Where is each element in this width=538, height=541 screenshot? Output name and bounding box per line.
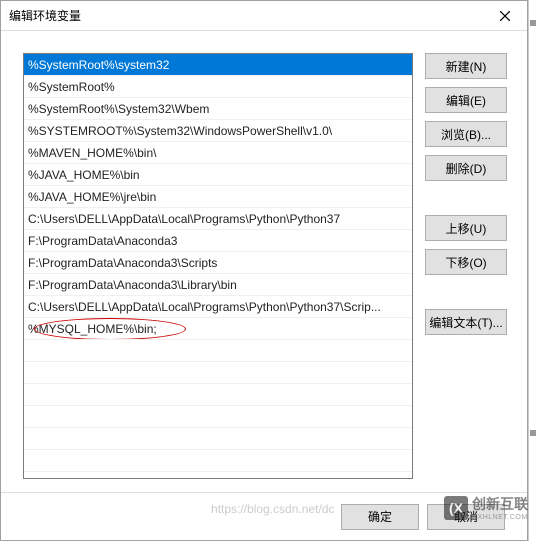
browse-button[interactable]: 浏览(B)... [425, 121, 507, 147]
list-item[interactable]: C:\Users\DELL\AppData\Local\Programs\Pyt… [24, 296, 412, 318]
list-item[interactable]: F:\ProgramData\Anaconda3\Library\bin [24, 274, 412, 296]
list-item[interactable] [24, 384, 412, 406]
list-item[interactable] [24, 450, 412, 472]
new-button[interactable]: 新建(N) [425, 53, 507, 79]
list-item[interactable]: %SystemRoot%\system32 [24, 54, 412, 76]
list-item[interactable]: F:\ProgramData\Anaconda3 [24, 230, 412, 252]
edit-text-button[interactable]: 编辑文本(T)... [425, 309, 507, 335]
dialog-window: 编辑环境变量 %SystemRoot%\system32%SystemRoot%… [0, 0, 528, 541]
list-item[interactable]: %MYSQL_HOME%\bin; [24, 318, 412, 340]
list-item[interactable] [24, 406, 412, 428]
watermark: (X 创新互联 CXHLNET.COM [444, 494, 528, 521]
scrollbar-strip[interactable] [528, 0, 538, 541]
watermark-main: 创新互联 [472, 494, 528, 514]
scroll-mark [530, 20, 536, 26]
move-up-button[interactable]: 上移(U) [425, 215, 507, 241]
delete-button[interactable]: 删除(D) [425, 155, 507, 181]
list-item[interactable]: %MAVEN_HOME%\bin\ [24, 142, 412, 164]
faint-url-text: https://blog.csdn.net/dc [211, 502, 334, 516]
path-listbox[interactable]: %SystemRoot%\system32%SystemRoot%%System… [23, 53, 413, 479]
dialog-body: %SystemRoot%\system32%SystemRoot%%System… [1, 31, 527, 489]
button-column: 新建(N) 编辑(E) 浏览(B)... 删除(D) 上移(U) 下移(O) 编… [425, 53, 507, 479]
list-item[interactable]: C:\Users\DELL\AppData\Local\Programs\Pyt… [24, 208, 412, 230]
titlebar: 编辑环境变量 [1, 1, 527, 31]
list-item[interactable] [24, 362, 412, 384]
close-button[interactable] [482, 1, 527, 31]
scroll-mark [530, 430, 536, 436]
list-item[interactable] [24, 428, 412, 450]
edit-button[interactable]: 编辑(E) [425, 87, 507, 113]
watermark-icon: (X [444, 496, 468, 520]
list-item[interactable]: %SystemRoot% [24, 76, 412, 98]
list-item[interactable] [24, 340, 412, 362]
close-icon [500, 11, 510, 21]
list-item[interactable]: %SYSTEMROOT%\System32\WindowsPowerShell\… [24, 120, 412, 142]
list-item[interactable]: %JAVA_HOME%\bin [24, 164, 412, 186]
list-item[interactable]: F:\ProgramData\Anaconda3\Scripts [24, 252, 412, 274]
list-item[interactable]: %SystemRoot%\System32\Wbem [24, 98, 412, 120]
watermark-sub: CXHLNET.COM [472, 514, 528, 521]
list-item[interactable]: %JAVA_HOME%\jre\bin [24, 186, 412, 208]
window-title: 编辑环境变量 [9, 7, 81, 24]
move-down-button[interactable]: 下移(O) [425, 249, 507, 275]
ok-button[interactable]: 确定 [341, 504, 419, 530]
